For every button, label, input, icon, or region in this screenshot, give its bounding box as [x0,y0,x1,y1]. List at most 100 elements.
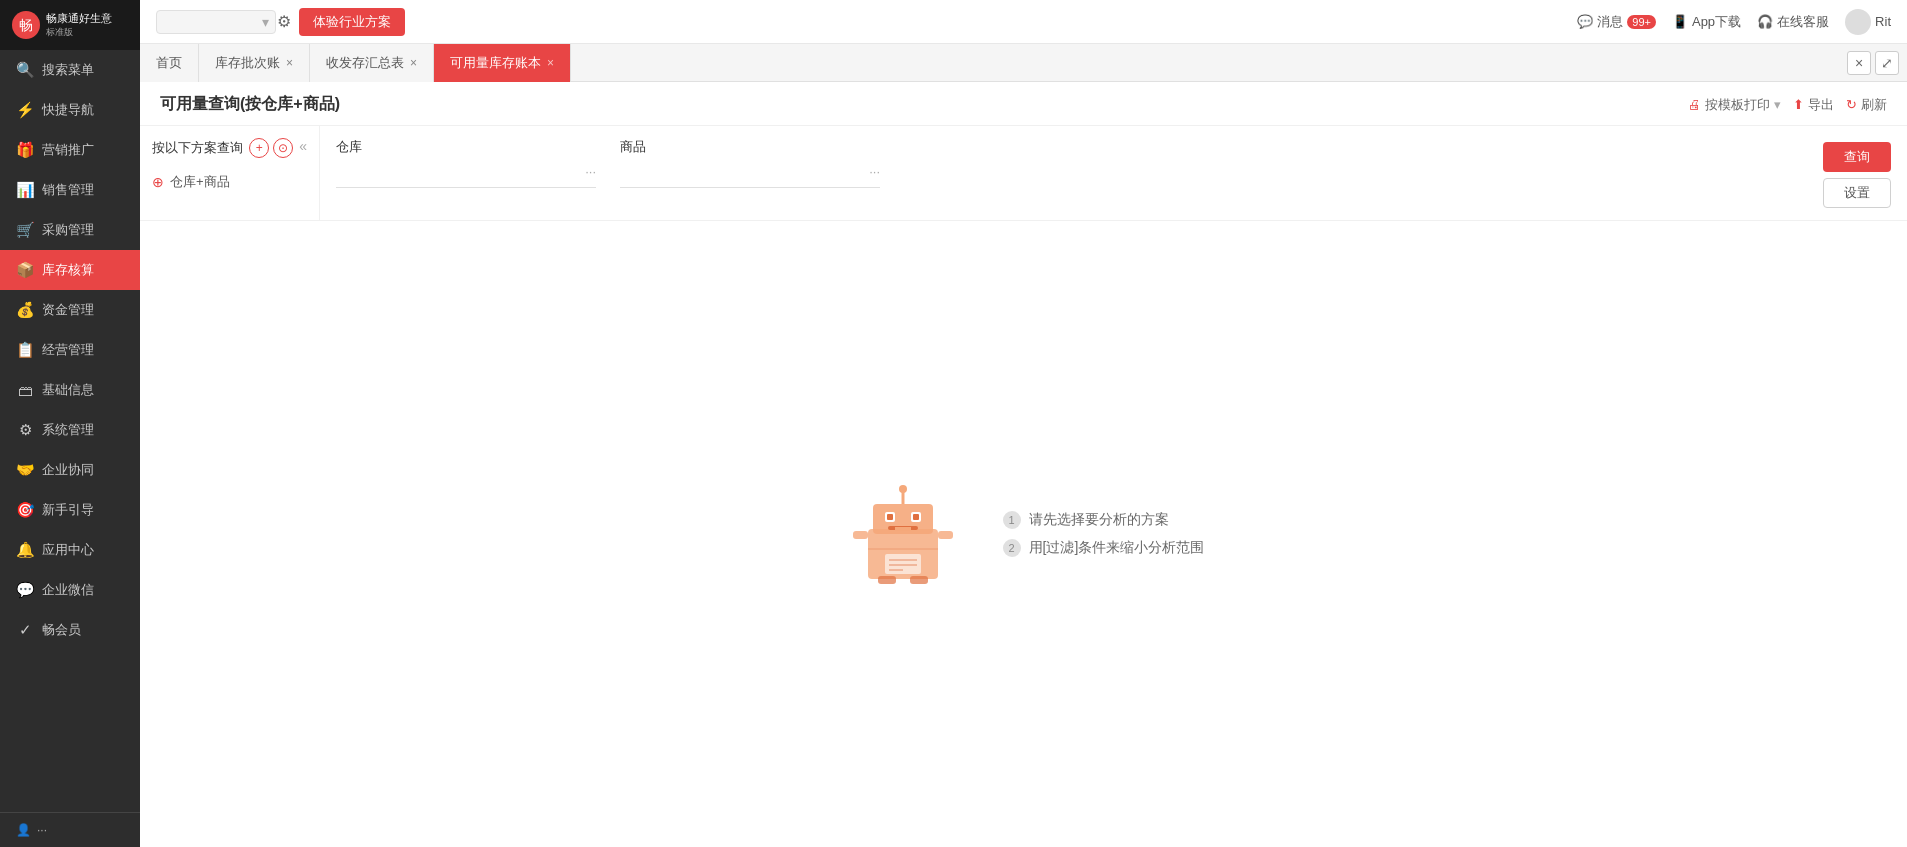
sidebar-user-name: ··· [37,823,47,837]
scheme-settings-button[interactable]: ⊙ [273,138,293,158]
close-all-tabs-button[interactable]: × [1847,51,1871,75]
search-menu-icon: 🔍 [16,61,34,79]
sidebar-nav: 🔍 搜索菜单 ⚡ 快捷导航 🎁 营销推广 📊 销售管理 🛒 采购管理 📦 库存核… [0,50,140,812]
product-more-icon[interactable]: ··· [869,164,880,179]
step-2-text: 用[过滤]条件来缩小分析范围 [1029,539,1205,557]
vip-icon: ✓ [16,621,34,639]
export-button[interactable]: ⬆ 导出 [1793,96,1834,114]
filter-action-buttons: 查询 设置 [1823,138,1891,208]
page-header: 可用量查询(按仓库+商品) 🖨 按模板打印 ▾ ⬆ 导出 ↻ 刷新 [140,82,1907,126]
sidebar-item-app-center[interactable]: 🔔 应用中心 [0,530,140,570]
filter-panel: 按以下方案查询 + ⊙ « ⊕ 仓库+商品 仓库 [140,126,1907,221]
svg-rect-4 [887,514,893,520]
page-header-actions: 🖨 按模板打印 ▾ ⬆ 导出 ↻ 刷新 [1688,96,1887,114]
collab-icon: 🤝 [16,461,34,479]
filter-sidebar-header: 按以下方案查询 + ⊙ « [140,138,319,166]
product-input[interactable] [620,160,869,183]
empty-step-2: 2 用[过滤]条件来缩小分析范围 [1003,539,1205,557]
product-label: 商品 [620,138,880,156]
messages-button[interactable]: 💬 消息 99+ [1577,13,1656,31]
topbar-left: ▾ ⚙ 体验行业方案 [156,8,405,36]
export-icon: ⬆ [1793,97,1804,112]
filter-scheme-warehouse-product[interactable]: ⊕ 仓库+商品 [140,166,319,198]
product-filter-field: 商品 ··· [620,138,880,188]
close-tab-available-inventory-icon[interactable]: × [547,56,554,70]
wechat-icon: 💬 [16,581,34,599]
print-icon: 🖨 [1688,97,1701,112]
sidebar-item-collab[interactable]: 🤝 企业协同 [0,450,140,490]
sidebar-item-sales[interactable]: 📊 销售管理 [0,170,140,210]
user-profile-button[interactable]: Rit [1845,9,1891,35]
close-tab-receipt-summary-icon[interactable]: × [410,56,417,70]
warehouse-product-scheme-icon: ⊕ [152,174,164,190]
svg-rect-9 [853,531,868,539]
content-area: 可用量查询(按仓库+商品) 🖨 按模板打印 ▾ ⬆ 导出 ↻ 刷新 [140,82,1907,847]
sidebar-item-wechat[interactable]: 💬 企业微信 [0,570,140,610]
app-download-icon: 📱 [1672,14,1688,29]
sidebar-item-basic-info[interactable]: 🗃 基础信息 [0,370,140,410]
sidebar-item-quicknav[interactable]: ⚡ 快捷导航 [0,90,140,130]
warehouse-input[interactable] [336,160,585,183]
logo-icon: 畅 [12,11,40,39]
step-1-text: 请先选择要分析的方案 [1029,511,1169,529]
filter-sidebar-header-actions: + ⊙ « [249,138,307,158]
sidebar-item-inventory[interactable]: 📦 库存核算 [0,250,140,290]
svg-rect-15 [885,554,921,574]
step-2-number: 2 [1003,539,1021,557]
avatar [1845,9,1871,35]
inventory-icon: 📦 [16,261,34,279]
query-button[interactable]: 查询 [1823,142,1891,172]
sidebar-bottom: 👤 ··· [0,812,140,847]
sidebar-item-marketing[interactable]: 🎁 营销推广 [0,130,140,170]
filter-sidebar: 按以下方案查询 + ⊙ « ⊕ 仓库+商品 [140,126,320,220]
print-dropdown-icon[interactable]: ▾ [1774,97,1781,112]
tab-receipt-summary[interactable]: 收发存汇总表 × [310,44,434,82]
tab-home[interactable]: 首页 [140,44,199,82]
search-input[interactable] [156,10,276,34]
app-center-icon: 🔔 [16,541,34,559]
warehouse-more-icon[interactable]: ··· [585,164,596,179]
sidebar-item-finance[interactable]: 💰 资金管理 [0,290,140,330]
print-template-button[interactable]: 🖨 按模板打印 ▾ [1688,96,1781,114]
sales-icon: 📊 [16,181,34,199]
settings-button[interactable]: 设置 [1823,178,1891,208]
empty-state: 1 请先选择要分析的方案 2 用[过滤]条件来缩小分析范围 [140,221,1907,847]
empty-box-svg [843,474,963,594]
quick-nav-icon: ⚡ [16,101,34,119]
expand-tabs-button[interactable]: ⤢ [1875,51,1899,75]
empty-text: 1 请先选择要分析的方案 2 用[过滤]条件来缩小分析范围 [1003,511,1205,557]
sidebar-item-search[interactable]: 🔍 搜索菜单 [0,50,140,90]
warehouse-label: 仓库 [336,138,596,156]
empty-illustration [843,474,963,594]
add-scheme-button[interactable]: + [249,138,269,158]
sidebar-item-vip[interactable]: ✓ 畅会员 [0,610,140,650]
refresh-button[interactable]: ↻ 刷新 [1846,96,1887,114]
svg-rect-7 [895,527,911,531]
collapse-filter-button[interactable]: « [299,138,307,158]
sidebar-item-newbie[interactable]: 🎯 新手引导 [0,490,140,530]
topbar-right: 💬 消息 99+ 📱 App下载 🎧 在线客服 Rit [1577,9,1891,35]
tab-inventory-batch[interactable]: 库存批次账 × [199,44,310,82]
app-download-button[interactable]: 📱 App下载 [1672,13,1741,31]
warehouse-filter-field: 仓库 ··· [336,138,596,188]
sidebar-item-purchase[interactable]: 🛒 采购管理 [0,210,140,250]
settings-gear-icon[interactable]: ⚙ [277,12,291,31]
topbar: ▾ ⚙ 体验行业方案 💬 消息 99+ 📱 App下载 🎧 在线客服 Rit [140,0,1907,44]
tabs-bar-controls: × ⤢ [1847,51,1899,75]
operations-icon: 📋 [16,341,34,359]
app-logo: 畅 畅康通好生意 标准版 [0,0,140,50]
sidebar-item-system[interactable]: ⚙ 系统管理 [0,410,140,450]
app-name: 畅康通好生意 [46,11,112,26]
industry-solution-button[interactable]: 体验行业方案 [299,8,405,36]
newbie-icon: 🎯 [16,501,34,519]
support-icon: 🎧 [1757,14,1773,29]
online-support-button[interactable]: 🎧 在线客服 [1757,13,1829,31]
sidebar-item-operations[interactable]: 📋 经营管理 [0,330,140,370]
tab-available-inventory[interactable]: 可用量库存账本 × [434,44,571,82]
close-tab-inventory-batch-icon[interactable]: × [286,56,293,70]
topbar-search-dropdown-icon[interactable]: ▾ [262,14,269,30]
finance-icon: 💰 [16,301,34,319]
step-1-number: 1 [1003,511,1021,529]
message-icon: 💬 [1577,14,1593,29]
empty-step-1: 1 请先选择要分析的方案 [1003,511,1205,529]
